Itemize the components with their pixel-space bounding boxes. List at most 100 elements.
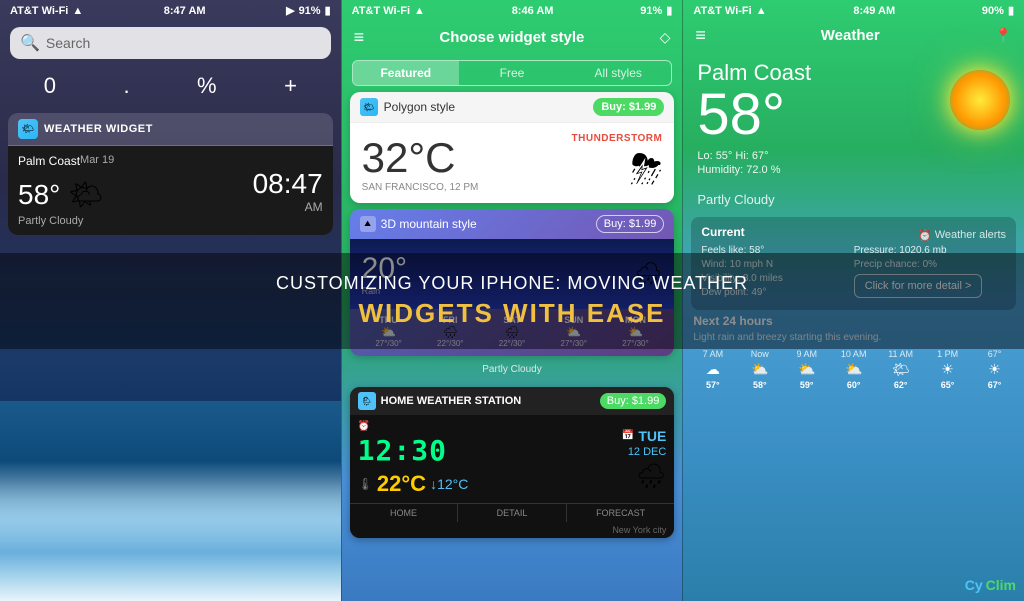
widget-left: Palm Coast Mar 19 58° 🌤 Partly Cloudy — [18, 154, 114, 227]
current-right: Pressure: 1020.6 mb Precip chance: 0% Cl… — [854, 245, 1006, 302]
hws-nav-detail[interactable]: DETAIL — [458, 504, 567, 522]
battery-icon-3: ▮ — [1008, 4, 1014, 17]
panel-2-header: ≡ Choose widget style ◇ — [342, 21, 683, 54]
hws-icon: 🌦 — [358, 392, 376, 410]
thunderstorm-icon: ⛈ — [572, 148, 663, 193]
clim-text: Clim — [986, 577, 1016, 593]
mountain-label: 3D mountain style — [381, 217, 477, 231]
widget-header: 🌤 WEATHER WIDGET — [8, 113, 333, 146]
cyclim-logo: Cy Clim — [965, 577, 1016, 593]
widget-time: 08:47 — [253, 168, 323, 200]
menu-icon-2[interactable]: ≡ — [354, 27, 365, 48]
hourly-7am: 7 AM ☁ 57° — [691, 349, 734, 390]
mountain-weather-label: Rain — [362, 286, 635, 296]
panel-2-title: Choose widget style — [364, 29, 659, 46]
hws-card: 🌦 HOME WEATHER STATION Buy: $1.99 ⏰ 12:3… — [350, 387, 675, 538]
next24-desc: Light rain and breezy starting this even… — [693, 332, 1014, 343]
hws-low-temp: ↓12°C — [430, 476, 468, 492]
buy-btn-polygon[interactable]: Buy: $1.99 — [593, 98, 664, 116]
wifi-icon-1: ▲ — [72, 5, 83, 17]
hws-nav-home[interactable]: HOME — [350, 504, 459, 522]
panel-2: AT&T Wi-Fi ▲ 8:46 AM 91% ▮ ≡ Choose widg… — [341, 0, 683, 601]
polygon-temp-block: 32°C SAN FRANCISCO, 12 PM — [362, 134, 479, 193]
tabs-row: Featured Free All styles — [352, 60, 673, 86]
polygon-card-header: 🌤 Polygon style Buy: $1.99 — [350, 92, 675, 123]
wifi-icon-2: ▲ — [414, 5, 425, 17]
tab-featured[interactable]: Featured — [353, 61, 459, 85]
forecast-sun: SUN ⛅ 27°/30° — [556, 315, 592, 348]
counter-plus: + — [284, 73, 297, 99]
battery-2: 91% — [640, 5, 662, 17]
mountain-body: 20° Rain 🌧 — [350, 239, 675, 309]
hws-nav-forecast[interactable]: FORECAST — [567, 504, 675, 522]
hws-body: ⏰ 12:30 🌡 22°C ↓12°C 📅 TUE 12 DEC � — [350, 415, 675, 503]
carrier-1: AT&T Wi-Fi — [10, 5, 68, 17]
status-right-1: ▶ 91% ▮ — [286, 4, 331, 17]
time-2: 8:46 AM — [512, 5, 554, 17]
buy-btn-hws[interactable]: Buy: $1.99 — [600, 393, 667, 409]
counter-dot: . — [123, 73, 129, 99]
hws-weather-icon: 🌧 — [622, 462, 666, 491]
status-right-3: 90% ▮ — [982, 4, 1014, 17]
hws-time: 12:30 — [358, 434, 469, 467]
battery-3: 90% — [982, 5, 1004, 17]
hourly-now: Now ⛅ 58° — [738, 349, 781, 390]
hws-city: New York city — [350, 522, 675, 538]
hws-clock-icon: ⏰ — [358, 421, 370, 432]
next24-section: Next 24 hours Light rain and breezy star… — [691, 314, 1016, 390]
current-section-header: Current ⏰ Weather alerts — [701, 225, 1006, 245]
mountain-card-header: ⛰ 3D mountain style Buy: $1.99 — [350, 209, 675, 239]
wind: Wind: 10 mph N — [701, 259, 853, 270]
screenshots-grid: AT&T Wi-Fi ▲ 8:47 AM ▶ 91% ▮ 🔍 Search — [0, 0, 1024, 601]
hws-temp-icon: 🌡 — [358, 477, 373, 491]
partly-cloudy-p2: Partly Cloudy — [342, 362, 683, 381]
search-text: Search — [46, 35, 90, 51]
mountain-card: ⛰ 3D mountain style Buy: $1.99 20° Rain … — [350, 209, 675, 356]
hourly-9am: 9 AM ⛅ 59° — [785, 349, 828, 390]
buy-btn-mountain[interactable]: Buy: $1.99 — [596, 215, 665, 233]
hws-date-day: TUE — [638, 428, 666, 444]
alerts-label: ⏰ Weather alerts — [918, 229, 1006, 242]
panel-3: AT&T Wi-Fi ▲ 8:49 AM 90% ▮ ≡ Weather 📍 P… — [682, 0, 1024, 601]
partly-cloudy-p3: Partly Cloudy — [683, 192, 1024, 213]
hws-cal-icon: 📅 — [622, 430, 634, 441]
main-weather-left: Palm Coast 58° Lo: 55° Hi: 67° Humidity:… — [697, 60, 811, 178]
polygon-card-left: 🌤 Polygon style — [360, 98, 455, 116]
mountain-left: 20° Rain — [362, 252, 635, 296]
search-bar[interactable]: 🔍 Search — [10, 27, 331, 59]
hourly-forecast: 7 AM ☁ 57° Now ⛅ 58° 9 AM ⛅ 59° 10 AM ⛅ — [691, 349, 1016, 390]
main-weather-p3: Palm Coast 58° Lo: 55° Hi: 67° Humidity:… — [683, 50, 1024, 188]
forecast-thu: THU ⛅ 27°/30° — [371, 315, 407, 348]
location-icon-3[interactable]: 📍 — [995, 27, 1012, 44]
mountain-right: 🌧 — [634, 261, 662, 287]
current-section: Current ⏰ Weather alerts Feels like: 58°… — [691, 217, 1016, 310]
widget-am: AM — [253, 200, 323, 214]
status-bar-3: AT&T Wi-Fi ▲ 8:49 AM 90% ▮ — [683, 0, 1024, 21]
dew-point: Dew point: 49° — [701, 287, 853, 298]
widget-temp: 58° — [18, 179, 60, 211]
tab-free[interactable]: Free — [459, 61, 565, 85]
widget-location: Palm Coast — [18, 154, 80, 168]
search-bar-container: 🔍 Search — [0, 21, 341, 65]
hws-title: HOME WEATHER STATION — [381, 395, 522, 407]
mountain-icon-small: ⛰ — [360, 216, 376, 232]
panel-1: AT&T Wi-Fi ▲ 8:47 AM ▶ 91% ▮ 🔍 Search — [0, 0, 341, 601]
hws-body-right: 📅 TUE 12 DEC 🌧 — [622, 428, 666, 491]
tab-all-styles[interactable]: All styles — [565, 61, 671, 85]
polygon-location: SAN FRANCISCO, 12 PM — [362, 182, 479, 193]
status-left-3: AT&T Wi-Fi ▲ — [693, 5, 766, 17]
pressure: Pressure: 1020.6 mb — [854, 245, 1006, 256]
lo-hi: Lo: 55° Hi: 67° — [697, 150, 811, 162]
cy-text: Cy — [965, 577, 983, 593]
hws-body-left: ⏰ 12:30 🌡 22°C ↓12°C — [358, 421, 469, 497]
polygon-card: 🌤 Polygon style Buy: $1.99 32°C SAN FRAN… — [350, 92, 675, 203]
forecast-row: THU ⛅ 27°/30° FRI 🌧 22°/30° SAT 🌧 22°/30… — [350, 309, 675, 356]
panel-3-title: Weather — [821, 27, 880, 44]
battery-icon-2: ▮ — [666, 4, 672, 17]
status-left: AT&T Wi-Fi ▲ — [10, 5, 83, 17]
carrier-2: AT&T Wi-Fi — [352, 5, 410, 17]
detail-btn[interactable]: Click for more detail > — [854, 274, 983, 298]
weather-widget-card: 🌤 WEATHER WIDGET Palm Coast Mar 19 58° 🌤 — [8, 113, 333, 235]
menu-icon-3[interactable]: ≡ — [695, 25, 706, 46]
humidity: Humidity: 72.0 % — [697, 164, 811, 176]
